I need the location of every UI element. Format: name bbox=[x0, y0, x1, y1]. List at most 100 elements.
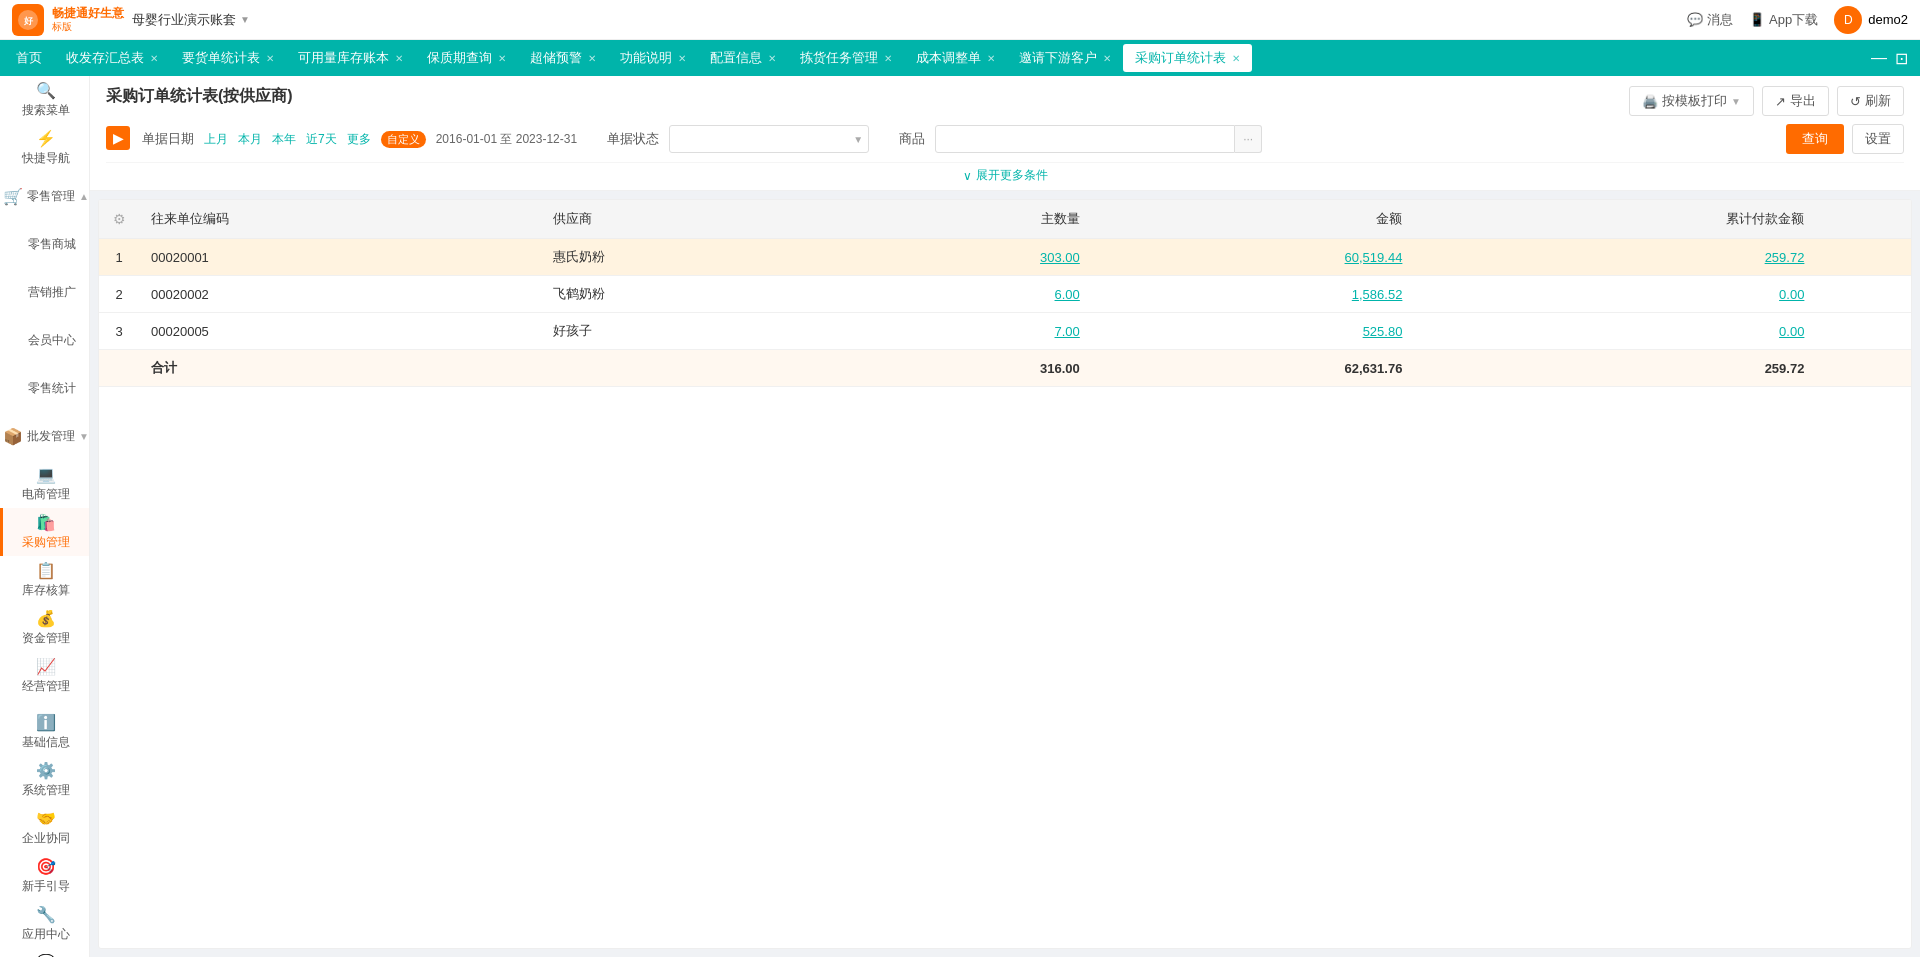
sidebar-item-purchase[interactable]: 🛍️ 采购管理 bbox=[0, 508, 89, 556]
close-icon[interactable]: ✕ bbox=[884, 53, 892, 64]
tab-home[interactable]: 首页 bbox=[4, 44, 54, 72]
sidebar-label: 经营管理 bbox=[22, 678, 70, 695]
td-paid-amount: 259.72 bbox=[1414, 239, 1816, 276]
sidebar-item-basic[interactable]: ℹ️ 基础信息 bbox=[0, 708, 89, 756]
sidebar-item-search[interactable]: 🔍 搜索菜单 bbox=[0, 76, 89, 124]
td-extra bbox=[1816, 276, 1911, 313]
sidebar-item-app-center[interactable]: 🔧 应用中心 bbox=[0, 900, 89, 948]
user-profile[interactable]: D demo2 bbox=[1834, 6, 1908, 34]
export-icon: ↗ bbox=[1775, 94, 1786, 109]
date-shortcut-7days[interactable]: 近7天 bbox=[306, 131, 337, 148]
quantity-link[interactable]: 303.00 bbox=[1040, 250, 1080, 265]
status-select[interactable] bbox=[669, 125, 869, 153]
date-shortcut-last-month[interactable]: 上月 bbox=[204, 131, 228, 148]
paid-link[interactable]: 0.00 bbox=[1779, 287, 1804, 302]
quantity-link[interactable]: 6.00 bbox=[1055, 287, 1080, 302]
paid-link[interactable]: 259.72 bbox=[1765, 250, 1805, 265]
print-button[interactable]: 🖨️ 按模板打印 ▼ bbox=[1629, 86, 1754, 116]
td-quantity: 303.00 bbox=[841, 239, 1092, 276]
sidebar-label: 应用中心 bbox=[22, 926, 70, 943]
paid-link[interactable]: 0.00 bbox=[1779, 324, 1804, 339]
close-icon[interactable]: ✕ bbox=[498, 53, 506, 64]
close-icon[interactable]: ✕ bbox=[588, 53, 596, 64]
close-icon[interactable]: ✕ bbox=[150, 53, 158, 64]
tab-overstock-warning[interactable]: 超储预警 ✕ bbox=[518, 44, 608, 72]
export-button[interactable]: ↗ 导出 bbox=[1762, 86, 1829, 116]
tab-goods-stat[interactable]: 要货单统计表 ✕ bbox=[170, 44, 286, 72]
tab-invite-downstream[interactable]: 邀请下游客户 ✕ bbox=[1007, 44, 1123, 72]
goods-ellipsis-button[interactable]: ··· bbox=[1235, 125, 1262, 153]
avatar: D bbox=[1834, 6, 1862, 34]
td-index: 2 bbox=[99, 276, 139, 313]
workspace-selector[interactable]: 母婴行业演示账套 ▼ bbox=[132, 11, 250, 29]
refresh-button[interactable]: ↺ 刷新 bbox=[1837, 86, 1904, 116]
sidebar-item-shortcut[interactable]: ⚡ 快捷导航 bbox=[0, 124, 89, 172]
tab-function-desc[interactable]: 功能说明 ✕ bbox=[608, 44, 698, 72]
sidebar-label: 电商管理 bbox=[22, 486, 70, 503]
tab-config-info[interactable]: 配置信息 ✕ bbox=[698, 44, 788, 72]
footer-quantity: 316.00 bbox=[841, 350, 1092, 387]
quantity-link[interactable]: 7.00 bbox=[1055, 324, 1080, 339]
tab-inventory-ledger[interactable]: 可用量库存账本 ✕ bbox=[286, 44, 415, 72]
date-shortcut-this-month[interactable]: 本月 bbox=[238, 131, 262, 148]
filter-toggle-button[interactable]: ▶ bbox=[106, 126, 130, 150]
app-logo: 好 bbox=[12, 4, 44, 36]
sidebar-label: 采购管理 bbox=[22, 534, 70, 551]
tab-label: 可用量库存账本 bbox=[298, 49, 389, 67]
sidebar-item-retail-mall[interactable]: 零售商城 bbox=[0, 220, 89, 268]
close-icon[interactable]: ✕ bbox=[1103, 53, 1111, 64]
expand-more-button[interactable]: ∨ 展开更多条件 bbox=[963, 167, 1048, 184]
collapse-icon: ▼ bbox=[79, 431, 89, 442]
message-button[interactable]: 💬 消息 bbox=[1687, 11, 1733, 29]
sidebar-item-ecommerce[interactable]: 💻 电商管理 bbox=[0, 460, 89, 508]
sidebar-item-retail-stat[interactable]: 零售统计 bbox=[0, 364, 89, 412]
close-icon[interactable]: ✕ bbox=[266, 53, 274, 64]
date-custom-tag[interactable]: 自定义 bbox=[381, 131, 426, 148]
td-amount: 525.80 bbox=[1092, 313, 1415, 350]
tab-cost-adjust[interactable]: 成本调整单 ✕ bbox=[904, 44, 1007, 72]
sidebar-item-marketing[interactable]: 营销推广 bbox=[0, 268, 89, 316]
tab-purchase-stat[interactable]: 采购订单统计表 ✕ bbox=[1123, 44, 1252, 72]
sidebar-item-wechat[interactable]: 💬 企业微信 bbox=[0, 948, 89, 957]
date-range: 2016-01-01 至 2023-12-31 bbox=[436, 131, 577, 148]
date-shortcut-this-year[interactable]: 本年 bbox=[272, 131, 296, 148]
th-amount: 金额 bbox=[1092, 200, 1415, 239]
amount-link[interactable]: 60,519.44 bbox=[1345, 250, 1403, 265]
amount-link[interactable]: 525.80 bbox=[1363, 324, 1403, 339]
minimize-icon[interactable]: — bbox=[1871, 49, 1887, 67]
th-quantity: 主数量 bbox=[841, 200, 1092, 239]
close-icon[interactable]: ✕ bbox=[395, 53, 403, 64]
tab-expiry-query[interactable]: 保质期查询 ✕ bbox=[415, 44, 518, 72]
th-unit-code: 往来单位编码 bbox=[139, 200, 541, 239]
settings-icon[interactable]: ⚙ bbox=[113, 211, 126, 227]
close-icon[interactable]: ✕ bbox=[987, 53, 995, 64]
sidebar-label: 资金管理 bbox=[22, 630, 70, 647]
table-row: 2 00020002 飞鹤奶粉 6.00 1,586.52 0.00 bbox=[99, 276, 1911, 313]
date-shortcut-more[interactable]: 更多 bbox=[347, 131, 371, 148]
sidebar-item-operation[interactable]: 📈 经营管理 bbox=[0, 652, 89, 700]
sidebar-item-system[interactable]: ⚙️ 系统管理 bbox=[0, 756, 89, 804]
setting-button[interactable]: 设置 bbox=[1852, 124, 1904, 154]
goods-input[interactable] bbox=[935, 125, 1235, 153]
amount-link[interactable]: 1,586.52 bbox=[1352, 287, 1403, 302]
app-download-button[interactable]: 📱 App下载 bbox=[1749, 11, 1818, 29]
maximize-icon[interactable]: ⊡ bbox=[1895, 49, 1908, 68]
tab-receive-summary[interactable]: 收发存汇总表 ✕ bbox=[54, 44, 170, 72]
sidebar-item-inventory[interactable]: 📋 库存核算 bbox=[0, 556, 89, 604]
sidebar-item-member[interactable]: 会员中心 bbox=[0, 316, 89, 364]
th-supplier: 供应商 bbox=[541, 200, 841, 239]
tab-picking-task[interactable]: 拣货任务管理 ✕ bbox=[788, 44, 904, 72]
top-bar: 好 畅捷通好生意 标版 母婴行业演示账套 ▼ 💬 消息 📱 App下载 D de… bbox=[0, 0, 1920, 40]
close-icon[interactable]: ✕ bbox=[678, 53, 686, 64]
query-button[interactable]: 查询 bbox=[1786, 124, 1844, 154]
goods-label: 商品 bbox=[899, 130, 925, 148]
close-icon[interactable]: ✕ bbox=[768, 53, 776, 64]
sidebar-item-guide[interactable]: 🎯 新手引导 bbox=[0, 852, 89, 900]
close-icon[interactable]: ✕ bbox=[1232, 53, 1240, 64]
expand-bar: ∨ 展开更多条件 bbox=[106, 162, 1904, 190]
sidebar-item-cooperation[interactable]: 🤝 企业协同 bbox=[0, 804, 89, 852]
tab-label: 拣货任务管理 bbox=[800, 49, 878, 67]
sidebar-item-retail[interactable]: 🛒 零售管理 ▲ bbox=[0, 172, 89, 220]
sidebar-item-wholesale[interactable]: 📦 批发管理 ▼ bbox=[0, 412, 89, 460]
sidebar-item-finance[interactable]: 💰 资金管理 bbox=[0, 604, 89, 652]
